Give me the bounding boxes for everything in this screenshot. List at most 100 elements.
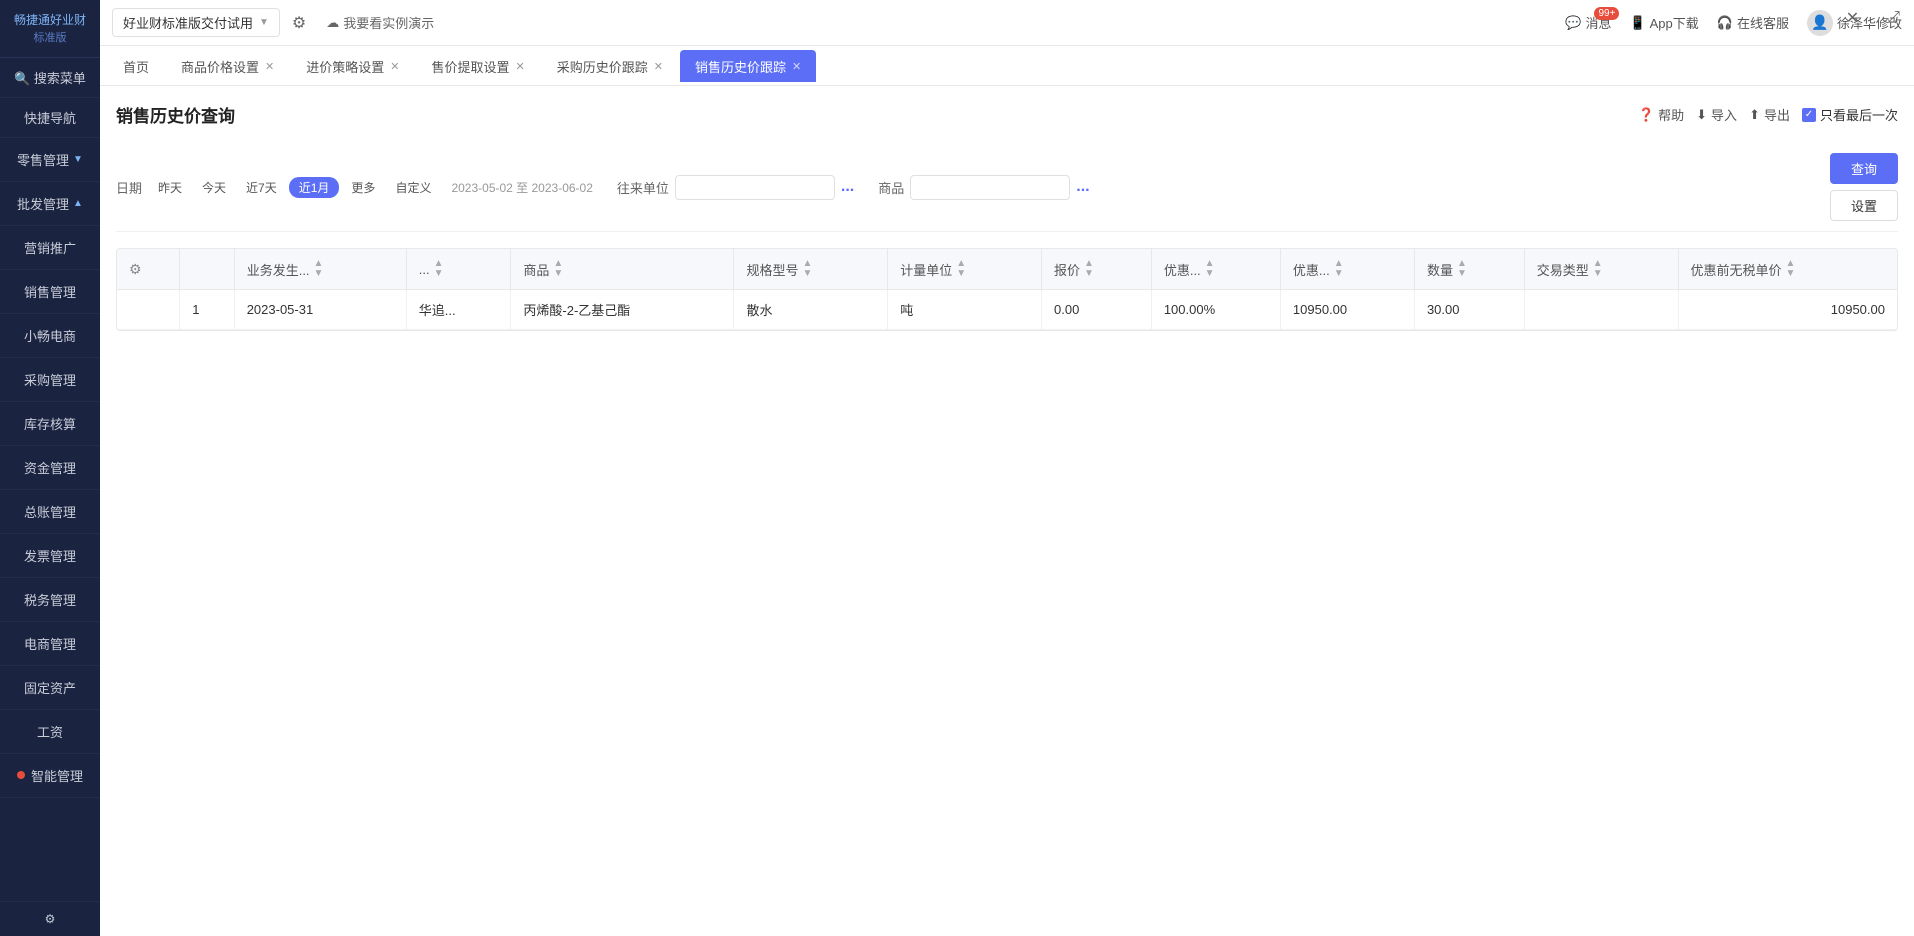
sidebar-smart-label: 智能管理	[31, 766, 83, 785]
sidebar-item-ecommerce[interactable]: 电商管理	[0, 622, 100, 666]
sidebar-ecommerce-label: 电商管理	[24, 634, 76, 653]
col-discount2[interactable]: 优惠... ▲▼	[1280, 249, 1414, 290]
sidebar-item-invoice[interactable]: 发票管理	[0, 534, 100, 578]
help-button[interactable]: ❓ 帮助	[1638, 105, 1684, 124]
demo-button[interactable]: ☁ 我要看实例演示	[326, 13, 434, 32]
tab-price-settings-close[interactable]: ✕	[265, 60, 274, 73]
product-input[interactable]	[910, 175, 1070, 200]
sidebar-item-ecommerce-small[interactable]: 小畅电商	[0, 314, 100, 358]
tab-sales-history-close[interactable]: ✕	[792, 60, 801, 73]
sidebar-item-assets[interactable]: 固定资产	[0, 666, 100, 710]
sidebar-item-inventory[interactable]: 库存核算	[0, 402, 100, 446]
sidebar-item-marketing[interactable]: 营销推广	[0, 226, 100, 270]
filter-settings-button[interactable]: 设置	[1830, 190, 1898, 221]
sort-arrows-product: ▲▼	[553, 259, 563, 279]
online-service-button[interactable]: 🎧 在线客服	[1717, 13, 1789, 32]
col-qty[interactable]: 数量 ▲▼	[1414, 249, 1524, 290]
maximize-window-button[interactable]: ⤢	[1873, 1, 1914, 35]
row-num: 1	[180, 290, 235, 330]
col-date[interactable]: 业务发生... ▲▼	[234, 249, 406, 290]
message-button[interactable]: 💬 消息 99+	[1565, 13, 1611, 32]
col-discount1[interactable]: 优惠... ▲▼	[1151, 249, 1280, 290]
col-extra[interactable]: ... ▲▼	[406, 249, 511, 290]
date-btn-yesterday[interactable]: 昨天	[150, 177, 190, 198]
col-unit[interactable]: 计量单位 ▲▼	[888, 249, 1042, 290]
sidebar-item-finance[interactable]: 资金管理	[0, 446, 100, 490]
row-pretax: 10950.00	[1678, 290, 1897, 330]
col-spec-label: 规格型号	[746, 260, 798, 279]
import-button[interactable]: ⬇ 导入	[1696, 105, 1737, 124]
sidebar-quicknav-label: 快捷导航	[24, 111, 76, 126]
tab-price-settings[interactable]: 商品价格设置 ✕	[166, 50, 289, 82]
col-quote[interactable]: 报价 ▲▼	[1042, 249, 1152, 290]
tab-sale-pickup-close[interactable]: ✕	[516, 60, 525, 73]
sidebar-wholesale-label: 批发管理	[17, 194, 69, 213]
supplier-input[interactable]	[675, 175, 835, 200]
only-last-checkbox[interactable]: ✓	[1802, 108, 1816, 122]
only-last-checkbox-label[interactable]: ✓ 只看最后一次	[1802, 105, 1898, 124]
col-gear[interactable]: ⚙	[117, 249, 180, 290]
table-gear-icon[interactable]: ⚙	[129, 261, 142, 277]
tab-sale-pickup[interactable]: 售价提取设置 ✕	[416, 50, 539, 82]
export-icon: ⬆	[1749, 107, 1760, 123]
col-quote-label: 报价	[1054, 260, 1080, 279]
sidebar-item-sales[interactable]: 销售管理	[0, 270, 100, 314]
table-row[interactable]: 1 2023-05-31 华追... 丙烯酸-2-乙基己酯 散水 吨 0.00 …	[117, 290, 1897, 330]
col-discount1-label: 优惠...	[1164, 260, 1201, 279]
sidebar-item-retail[interactable]: 零售管理 ▼	[0, 138, 100, 182]
sidebar-item-ledger[interactable]: 总账管理	[0, 490, 100, 534]
sort-arrows-discount2: ▲▼	[1334, 259, 1344, 279]
main-area: 好业财标准版交付试用 ▼ ⚙ ☁ 我要看实例演示 💬 消息 99+ 📱 App下…	[100, 0, 1914, 936]
col-spec[interactable]: 规格型号 ▲▼	[734, 249, 888, 290]
sidebar-item-quicknav[interactable]: 快捷导航	[0, 98, 100, 138]
avatar: 👤	[1807, 10, 1833, 36]
sidebar-logo-sub: 标准版	[34, 29, 67, 45]
export-button[interactable]: ⬆ 导出	[1749, 105, 1790, 124]
tab-sales-history-label: 销售历史价跟踪	[695, 57, 786, 76]
tab-home-label: 首页	[123, 57, 149, 76]
app-download-button[interactable]: 📱 App下载	[1629, 13, 1698, 32]
row-quote: 0.00	[1042, 290, 1152, 330]
supplier-dots[interactable]: ...	[841, 178, 854, 196]
sidebar-finance-label: 资金管理	[24, 458, 76, 477]
product-dots[interactable]: ...	[1076, 178, 1089, 196]
tab-price-strategy-label: 进价策略设置	[306, 57, 384, 76]
version-selector[interactable]: 好业财标准版交付试用 ▼	[112, 8, 280, 37]
query-button[interactable]: 查询	[1830, 153, 1898, 184]
close-window-button[interactable]: ✕	[1832, 0, 1873, 36]
sidebar-invoice-label: 发票管理	[24, 546, 76, 565]
sidebar-item-wholesale[interactable]: 批发管理 ▲	[0, 182, 100, 226]
date-btn-last7[interactable]: 近7天	[238, 177, 285, 198]
tab-home[interactable]: 首页	[108, 50, 164, 82]
row-qty: 30.00	[1414, 290, 1524, 330]
date-btn-today[interactable]: 今天	[194, 177, 234, 198]
sidebar-item-purchase[interactable]: 采购管理	[0, 358, 100, 402]
supplier-filter-group: 往来单位 ...	[617, 175, 854, 200]
col-pretax[interactable]: 优惠前无税单价 ▲▼	[1678, 249, 1897, 290]
date-btn-last1m[interactable]: 近1月	[289, 177, 340, 198]
data-table: ⚙ 业务发生... ▲▼ ... ▲▼	[116, 248, 1898, 331]
version-selector-text: 好业财标准版交付试用	[123, 13, 253, 32]
page-actions: ❓ 帮助 ⬇ 导入 ⬆ 导出 ✓ 只看最后一次	[1638, 105, 1898, 124]
sidebar-item-search[interactable]: 🔍 搜索菜单	[0, 58, 100, 98]
date-filter-group: 日期 昨天 今天 近7天 近1月 更多 自定义 2023-05-02 至 202…	[116, 177, 593, 198]
sidebar-item-smart[interactable]: 智能管理	[0, 754, 100, 798]
tab-purchase-history-close[interactable]: ✕	[654, 60, 663, 73]
col-product[interactable]: 商品 ▲▼	[511, 249, 734, 290]
search-icon: 🔍	[14, 71, 30, 86]
sidebar-settings-button[interactable]: ⚙	[0, 901, 100, 936]
date-btn-more[interactable]: 更多	[343, 177, 383, 198]
export-label: 导出	[1764, 105, 1790, 124]
tab-price-strategy[interactable]: 进价策略设置 ✕	[291, 50, 414, 82]
tab-purchase-history[interactable]: 采购历史价跟踪 ✕	[542, 50, 678, 82]
sidebar-item-tax[interactable]: 税务管理	[0, 578, 100, 622]
col-discount2-label: 优惠...	[1293, 260, 1330, 279]
date-btn-custom[interactable]: 自定义	[387, 177, 439, 198]
sidebar-logo-text: 畅捷通好业财	[14, 12, 86, 29]
sidebar-item-salary[interactable]: 工资	[0, 710, 100, 754]
tab-price-strategy-close[interactable]: ✕	[390, 60, 399, 73]
settings-gear-icon[interactable]: ⚙	[292, 13, 306, 33]
sort-arrows-spec: ▲▼	[802, 259, 812, 279]
col-type[interactable]: 交易类型 ▲▼	[1524, 249, 1678, 290]
tab-sales-history[interactable]: 销售历史价跟踪 ✕	[680, 50, 816, 82]
